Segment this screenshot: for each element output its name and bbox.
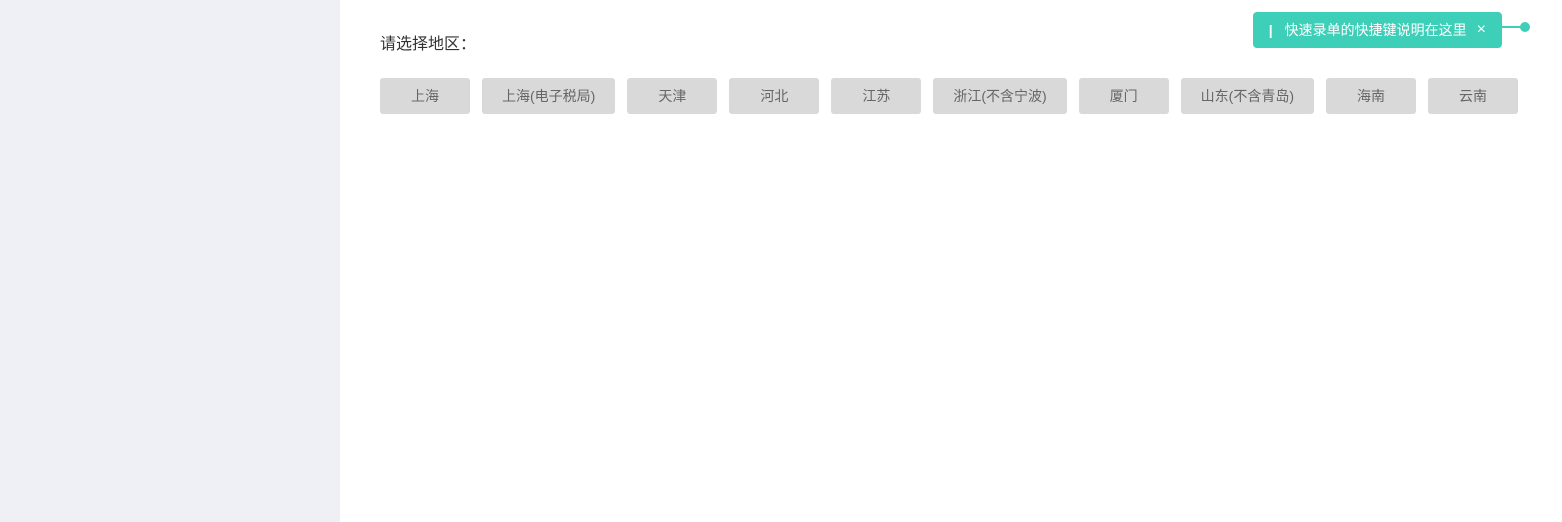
region-buttons: 上海上海(电子税局) 天津河北江苏浙江(不含宁波) 厦门山东(不含青岛) 海南云南: [380, 78, 1522, 114]
region-btn-xiamen[interactable]: 厦门: [1079, 78, 1169, 114]
region-btn-shanghai[interactable]: 上海: [380, 78, 470, 114]
tooltip-text: 快速录单的快捷键说明在这里: [1285, 20, 1467, 40]
sidebar: [0, 0, 340, 522]
region-btn-hebei[interactable]: 河北: [729, 78, 819, 114]
region-btn-yunnan[interactable]: 云南: [1428, 78, 1518, 114]
region-btn-tianjin[interactable]: 天津: [627, 78, 717, 114]
region-btn-shanghai-etax[interactable]: 上海(电子税局): [482, 78, 615, 114]
region-btn-shandong[interactable]: 山东(不含青岛): [1181, 78, 1314, 114]
region-btn-zhejiang[interactable]: 浙江(不含宁波): [933, 78, 1066, 114]
tooltip-dot: [1520, 22, 1530, 32]
tooltip-close-button[interactable]: ×: [1477, 22, 1486, 38]
tooltip-banner: 快速录单的快捷键说明在这里 ×: [1253, 12, 1502, 48]
region-btn-jiangsu[interactable]: 江苏: [831, 78, 921, 114]
region-btn-hainan[interactable]: 海南: [1326, 78, 1416, 114]
main-content: 请选择地区： 上海上海(电子税局)天津河北江苏浙江(不含宁波)厦门山东(不含青岛…: [340, 0, 1562, 522]
